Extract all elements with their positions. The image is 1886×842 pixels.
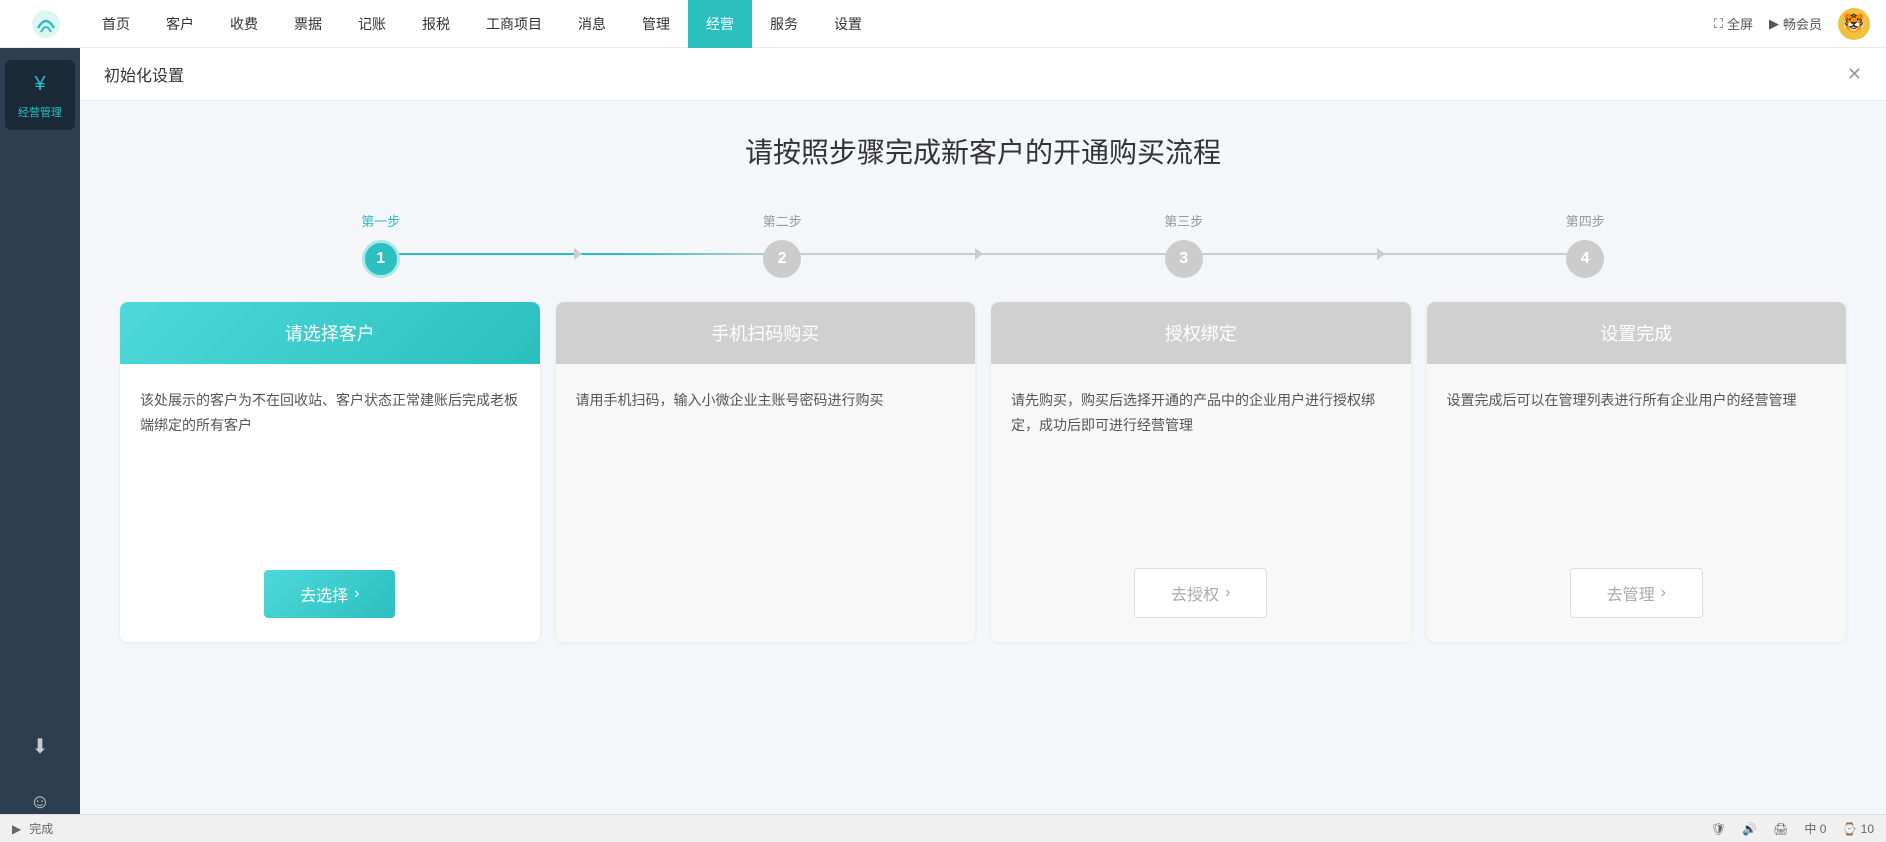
step-2: 第二步 2 — [582, 211, 984, 278]
support-icon: ☺ — [26, 788, 54, 816]
nav-right: ⛶ 全屏 ▶ 畅会员 🐯 — [1714, 8, 1870, 40]
nav-item-manage[interactable]: 管理 — [624, 0, 688, 48]
nav-item-service[interactable]: 服务 — [752, 0, 816, 48]
card-4-header: 设置完成 — [1427, 302, 1847, 364]
nav-item-fee[interactable]: 收费 — [212, 0, 276, 48]
step-2-label: 第二步 — [763, 211, 802, 230]
card-1-btn[interactable]: 去选择 › — [264, 570, 395, 618]
lang-indicator: 中 0 — [1804, 820, 1826, 837]
card-2-body: 请用手机扫码，输入小微企业主账号密码进行购买 — [556, 364, 976, 602]
page-header: 初始化设置 ✕ — [80, 48, 1886, 101]
card-2: 手机扫码购买 请用手机扫码，输入小微企业主账号密码进行购买 — [556, 302, 976, 642]
cards-row: 请选择客户 该处展示的客户为不在回收站、客户状态正常建账后完成老板端绑定的所有客… — [120, 302, 1846, 642]
fullscreen-label: 全屏 — [1727, 14, 1753, 33]
status-text: 完成 — [29, 820, 53, 837]
nav-item-operation[interactable]: 经营 — [688, 0, 752, 48]
fullscreen-button[interactable]: ⛶ 全屏 — [1714, 14, 1753, 33]
card-1-header: 请选择客户 — [120, 302, 540, 364]
nav-item-accounting[interactable]: 记账 — [340, 0, 404, 48]
print-icon: 🖨 — [1773, 822, 1788, 836]
step-1: 第一步 1 — [180, 211, 582, 278]
wizard-heading: 请按照步骤完成新客户的开通购买流程 — [120, 131, 1846, 171]
close-button[interactable]: ✕ — [1847, 65, 1862, 83]
clock-indicator: ⌚ 10 — [1842, 822, 1874, 836]
card-3-btn[interactable]: 去授权 › — [1134, 568, 1267, 618]
nav-item-home[interactable]: 首页 — [84, 0, 148, 48]
card-1-btn-label: 去选择 — [300, 582, 348, 606]
sidebar: ¥ 经营管理 ⬇ ☺ — [0, 48, 80, 842]
avatar[interactable]: 🐯 — [1838, 8, 1870, 40]
page-title: 初始化设置 — [104, 62, 184, 86]
card-3-header: 授权绑定 — [991, 302, 1411, 364]
card-3-body: 请先购买，购买后选择开通的产品中的企业用户进行授权绑定，成功后即可进行经营管理 — [991, 364, 1411, 552]
step-3-circle: 3 — [1165, 240, 1203, 278]
step-4-label: 第四步 — [1566, 211, 1605, 230]
status-bar-right: 🛡 🔊 🖨 中 0 ⌚ 10 — [1711, 820, 1874, 837]
sidebar-download[interactable]: ⬇ — [5, 722, 75, 770]
vip-button[interactable]: ▶ 畅会员 — [1769, 14, 1822, 33]
download-icon: ⬇ — [26, 732, 54, 760]
card-2-header: 手机扫码购买 — [556, 302, 976, 364]
vip-label: 畅会员 — [1783, 14, 1822, 33]
top-nav: 首页 客户 收费 票据 记账 报税 工商项目 消息 管理 经营 服务 设置 ⛶ … — [0, 0, 1886, 48]
card-4-footer: 去管理 › — [1427, 552, 1847, 642]
shield-icon: 🛡 — [1711, 822, 1726, 836]
card-2-footer — [556, 602, 976, 642]
card-1-btn-arrow: › — [354, 585, 359, 603]
layout: ¥ 经营管理 ⬇ ☺ 初始化设置 ✕ 请按照步骤完成新客户的开通购买流程 第 — [0, 48, 1886, 842]
card-1: 请选择客户 该处展示的客户为不在回收站、客户状态正常建账后完成老板端绑定的所有客… — [120, 302, 540, 642]
sidebar-item-operation[interactable]: ¥ 经营管理 — [5, 60, 75, 130]
card-3: 授权绑定 请先购买，购买后选择开通的产品中的企业用户进行授权绑定，成功后即可进行… — [991, 302, 1411, 642]
play-icon: ▶ — [1769, 16, 1779, 32]
volume-icon: 🔊 — [1742, 822, 1757, 836]
step-4-circle: 4 — [1566, 240, 1604, 278]
step-3: 第三步 3 — [983, 211, 1385, 278]
nav-item-invoice[interactable]: 票据 — [276, 0, 340, 48]
nav-items: 首页 客户 收费 票据 记账 报税 工商项目 消息 管理 经营 服务 设置 — [84, 0, 1714, 48]
nav-item-business[interactable]: 工商项目 — [468, 0, 560, 48]
card-3-btn-label: 去授权 — [1171, 581, 1219, 605]
nav-logo — [16, 8, 76, 40]
card-3-btn-arrow: › — [1225, 584, 1230, 602]
card-3-footer: 去授权 › — [991, 552, 1411, 642]
card-4: 设置完成 设置完成后可以在管理列表进行所有企业用户的经营管理 去管理 › — [1427, 302, 1847, 642]
card-4-body: 设置完成后可以在管理列表进行所有企业用户的经营管理 — [1427, 364, 1847, 552]
card-1-footer: 去选择 › — [120, 554, 540, 642]
step-1-label: 第一步 — [361, 211, 400, 230]
fullscreen-icon: ⛶ — [1714, 16, 1723, 32]
nav-item-customer[interactable]: 客户 — [148, 0, 212, 48]
step-1-circle: 1 — [362, 240, 400, 278]
sidebar-item-label: 经营管理 — [18, 104, 62, 120]
main-content: 初始化设置 ✕ 请按照步骤完成新客户的开通购买流程 第一步 1 — [80, 48, 1886, 842]
card-4-btn-arrow: › — [1661, 584, 1666, 602]
nav-item-message[interactable]: 消息 — [560, 0, 624, 48]
nav-item-tax[interactable]: 报税 — [404, 0, 468, 48]
nav-item-settings[interactable]: 设置 — [816, 0, 880, 48]
yen-icon: ¥ — [26, 70, 54, 98]
step-4: 第四步 4 — [1385, 211, 1787, 278]
wizard-content: 请按照步骤完成新客户的开通购买流程 第一步 1 第二步 — [80, 101, 1886, 672]
card-4-btn-label: 去管理 — [1607, 581, 1655, 605]
status-bar: ▶ 完成 🛡 🔊 🖨 中 0 ⌚ 10 — [0, 814, 1886, 842]
card-4-btn[interactable]: 去管理 › — [1570, 568, 1703, 618]
step-3-label: 第三步 — [1164, 211, 1203, 230]
step-2-circle: 2 — [763, 240, 801, 278]
play-btn[interactable]: ▶ — [12, 822, 21, 836]
card-1-body: 该处展示的客户为不在回收站、客户状态正常建账后完成老板端绑定的所有客户 — [120, 364, 540, 554]
